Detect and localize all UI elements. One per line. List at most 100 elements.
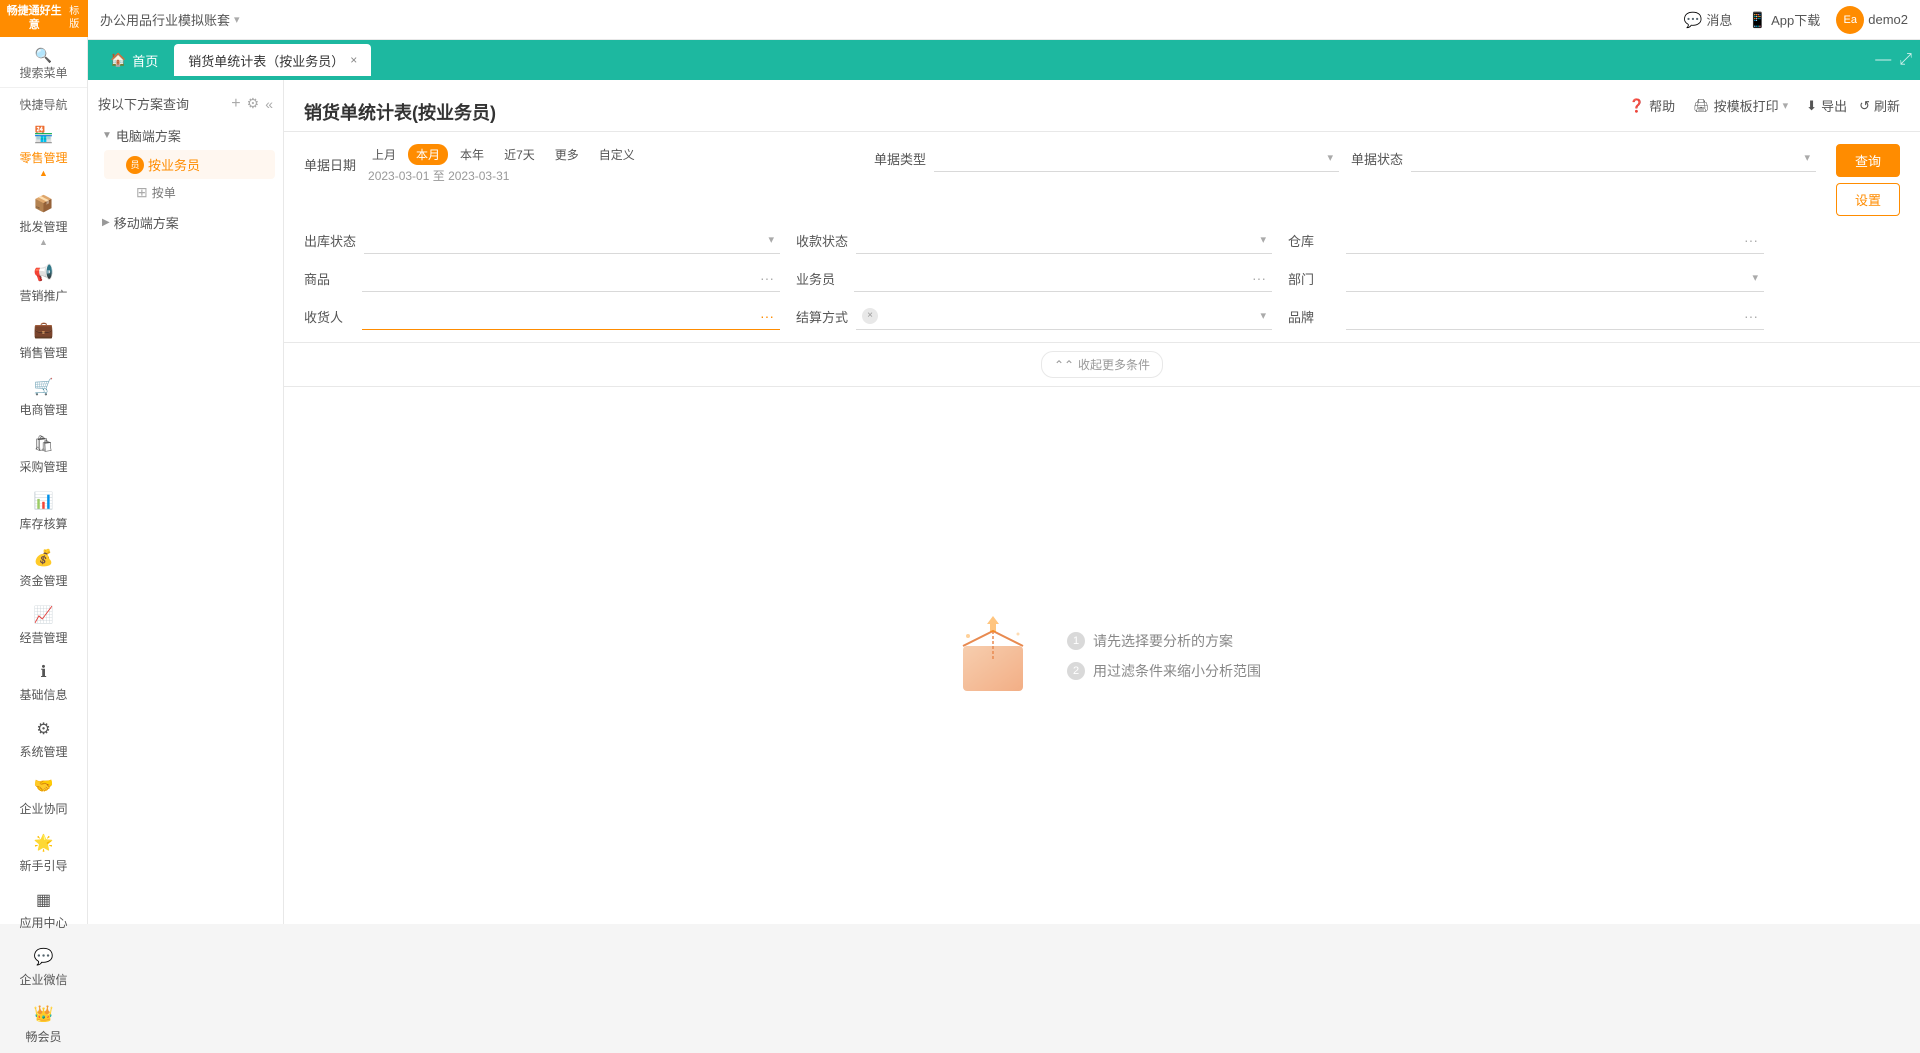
sidebar-item-basic[interactable]: ℹ 基础信息 <box>0 654 87 711</box>
export-btn[interactable]: ⬇ 导出 <box>1806 96 1847 115</box>
tree-group-pc-header[interactable]: ▼ 电脑端方案 <box>96 121 275 150</box>
tab-active[interactable]: 销货单统计表（按业务员） × <box>174 44 371 76</box>
bill-status-selector[interactable]: ▾ <box>1411 144 1816 172</box>
ecommerce-icon: 🛒 <box>34 377 54 397</box>
sidebar-item-wechat[interactable]: 💬 企业微信 <box>0 939 87 996</box>
basic-icon: ℹ <box>40 662 46 682</box>
settlement-dropdown-icon: ▾ <box>1260 309 1266 322</box>
date-tab-custom[interactable]: 自定义 <box>591 144 643 165</box>
apps-icon: ▦ <box>36 890 51 910</box>
sidebar-item-sales[interactable]: 💼 销售管理 <box>0 312 87 369</box>
goods-more-icon[interactable]: ··· <box>760 270 774 286</box>
brand-more-icon[interactable]: ··· <box>1744 308 1758 324</box>
inventory-icon: 📊 <box>34 491 54 511</box>
search-menu[interactable]: 🔍 搜索菜单 <box>0 37 87 88</box>
tree-group-mobile-header[interactable]: ▶ 移动端方案 <box>96 208 275 237</box>
left-panel-header: 按以下方案查询 + ⚙ « <box>88 90 283 121</box>
sidebar-item-marketing[interactable]: 📢 营销推广 <box>0 255 87 312</box>
collapse-bar: ⌃⌃ 收起更多条件 <box>284 343 1920 387</box>
receiver-more-icon[interactable]: ··· <box>760 308 774 324</box>
page-header-actions: ❓ 帮助 🖨 按模板打印 ▾ ⬇ 导出 ↺ 刷新 <box>1629 92 1900 131</box>
payment-status-selector[interactable]: ▾ <box>856 226 1272 254</box>
date-tab-last-month[interactable]: 上月 <box>364 144 404 165</box>
company-selector[interactable]: 办公用品行业模拟账套 ▾ <box>100 10 240 29</box>
tab-maximize-btn[interactable]: ⤢ <box>1899 51 1912 69</box>
warehouse-more-icon[interactable]: ··· <box>1744 232 1758 248</box>
sidebar-item-retail[interactable]: 🏪 零售管理 ▲ <box>0 117 87 186</box>
tree-section: ▼ 电脑端方案 员 按业务员 ⊞ 按单 ▶ 移 <box>88 121 283 237</box>
sidebar-item-purchase[interactable]: 🛍 采购管理 <box>0 426 87 483</box>
dropdown-icon: ▾ <box>234 13 240 26</box>
out-status-selector[interactable]: ▾ <box>364 226 780 254</box>
sidebar-item-enterprise[interactable]: 🤝 企业协同 <box>0 768 87 825</box>
dept-selector[interactable]: ▾ <box>1346 264 1764 292</box>
bill-type-selector[interactable]: ▾ <box>934 144 1339 172</box>
tab-home[interactable]: 🏠 首页 <box>96 44 172 76</box>
sidebar-item-newbie[interactable]: 🌟 新手引导 <box>0 825 87 882</box>
enterprise-icon: 🤝 <box>34 776 54 796</box>
receiver-input[interactable]: ··· <box>362 302 780 330</box>
finance-icon: 💰 <box>34 548 54 568</box>
salesperson-field: 业务员 ··· <box>796 264 1272 292</box>
settlement-selector[interactable]: × ▾ <box>856 302 1272 330</box>
hint-num-1: 1 <box>1067 632 1085 650</box>
member-icon: 👑 <box>34 1004 54 1024</box>
sidebar-item-apps[interactable]: ▦ 应用中心 <box>0 882 87 939</box>
tab-close-icon[interactable]: × <box>350 53 357 67</box>
hint-num-2: 2 <box>1067 662 1085 680</box>
action-buttons: 查询 设置 <box>1836 144 1900 216</box>
page-title: 销货单统计表(按业务员) <box>304 99 496 125</box>
settings-scheme-btn[interactable]: ⚙ <box>247 95 260 112</box>
top-bar: 办公用品行业模拟账套 ▾ 💬 消息 📱 App下载 Ea demo2 <box>88 0 1920 40</box>
date-tab-this-year[interactable]: 本年 <box>452 144 492 165</box>
brand-selector[interactable]: ··· <box>1346 302 1764 330</box>
app-logo: 畅捷通好生意 标版 <box>0 0 88 37</box>
salesperson-more-icon[interactable]: ··· <box>1252 270 1266 286</box>
collapse-panel-btn[interactable]: « <box>265 96 273 112</box>
sidebar-item-system[interactable]: ⚙ 系统管理 <box>0 711 87 768</box>
warehouse-selector[interactable]: ··· <box>1346 226 1764 254</box>
date-tab-this-month[interactable]: 本月 <box>408 144 448 165</box>
message-btn[interactable]: 💬 消息 <box>1684 10 1733 29</box>
tab-bar: 🏠 首页 销货单统计表（按业务员） × — ⤢ <box>88 40 1920 80</box>
date-tab-more[interactable]: 更多 <box>547 144 587 165</box>
out-status-dropdown-icon: ▾ <box>768 233 774 246</box>
tree-item-by-salesperson[interactable]: 员 按业务员 <box>104 150 275 179</box>
sidebar-item-member[interactable]: 👑 畅会员 <box>0 996 87 1053</box>
settings-button[interactable]: 设置 <box>1836 183 1900 216</box>
empty-state: 1 请先选择要分析的方案 2 用过滤条件来缩小分析范围 <box>284 387 1920 924</box>
settlement-clear-btn[interactable]: × <box>862 308 878 324</box>
sidebar-item-operations[interactable]: 📈 经营管理 <box>0 597 87 654</box>
main-area: 办公用品行业模拟账套 ▾ 💬 消息 📱 App下载 Ea demo2 🏠 <box>88 0 1920 924</box>
message-icon: 💬 <box>1684 11 1703 29</box>
sidebar-item-wholesale[interactable]: 📦 批发管理 ▲ <box>0 186 87 255</box>
query-button[interactable]: 查询 <box>1836 144 1900 177</box>
print-icon: 🖨 <box>1693 98 1710 114</box>
quick-nav[interactable]: 快捷导航 <box>0 88 87 117</box>
user-avatar[interactable]: Ea demo2 <box>1836 6 1908 34</box>
print-btn[interactable]: 🖨 按模板打印 ▾ <box>1687 92 1794 119</box>
sidebar-item-ecommerce[interactable]: 🛒 电商管理 <box>0 369 87 426</box>
right-panel: 销货单统计表(按业务员) ❓ 帮助 🖨 按模板打印 ▾ ⬇ 导出 <box>284 80 1920 924</box>
brand-field: 品牌 ··· <box>1288 302 1764 330</box>
help-icon: ❓ <box>1629 98 1645 114</box>
add-scheme-btn[interactable]: + <box>231 95 240 113</box>
tab-minimize-btn[interactable]: — <box>1875 51 1891 69</box>
help-btn[interactable]: ❓ 帮助 <box>1629 96 1675 115</box>
tree-group-pc: ▼ 电脑端方案 员 按业务员 ⊞ 按单 <box>96 121 275 206</box>
out-status-field: 出库状态 ▾ <box>304 226 780 254</box>
refresh-btn[interactable]: ↺ 刷新 <box>1859 96 1900 115</box>
app-download-btn[interactable]: 📱 App下载 <box>1748 10 1820 29</box>
sidebar-item-inventory[interactable]: 📊 库存核算 <box>0 483 87 540</box>
empty-text: 1 请先选择要分析的方案 2 用过滤条件来缩小分析范围 <box>1067 631 1261 681</box>
page-header: 销货单统计表(按业务员) ❓ 帮助 🖨 按模板打印 ▾ ⬇ 导出 <box>284 80 1920 132</box>
tree-sub-item-by-bill[interactable]: ⊞ 按单 <box>104 179 275 206</box>
filter-row-2: 出库状态 ▾ 收款状态 ▾ 仓库 <box>304 226 1900 254</box>
chevron-right-icon: ▶ <box>102 217 110 228</box>
collapse-conditions-btn[interactable]: ⌃⌃ 收起更多条件 <box>1041 351 1163 378</box>
sidebar-item-finance[interactable]: 💰 资金管理 <box>0 540 87 597</box>
receiver-field: 收货人 ··· <box>304 302 780 330</box>
goods-selector[interactable]: ··· <box>362 264 780 292</box>
date-tab-7days[interactable]: 近7天 <box>496 144 543 165</box>
salesperson-selector[interactable]: ··· <box>854 264 1272 292</box>
